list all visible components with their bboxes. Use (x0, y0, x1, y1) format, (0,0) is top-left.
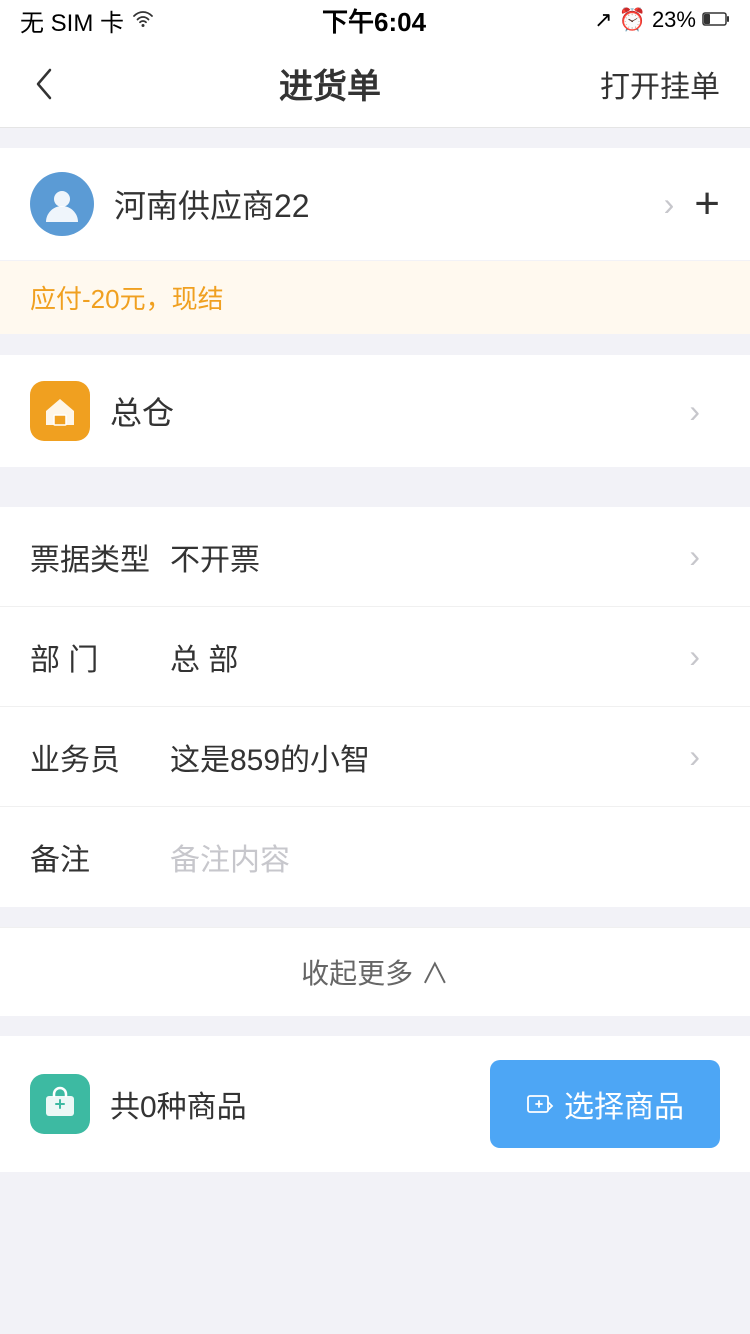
section-gap-1 (0, 128, 750, 148)
open-pending-button[interactable]: 打开挂单 (600, 62, 720, 106)
main-content: 河南供应商22 › + 应付-20元，现结 总仓 › 票据类型 不开票 › (0, 128, 750, 1334)
alarm-icon: ⏰ (619, 7, 646, 33)
supplier-chevron-icon: › (664, 186, 675, 223)
nav-bar: 进货单 打开挂单 (0, 40, 750, 128)
remark-label: 备注 (30, 835, 150, 879)
salesperson-row[interactable]: 业务员 这是859的小智 › (0, 707, 750, 807)
status-time: 下午6:04 (322, 2, 426, 39)
status-right: ↗ ⏰ 23% (594, 7, 730, 33)
status-bar: 无 SIM 卡 下午6:04 ↗ ⏰ 23% (0, 0, 750, 40)
product-icon (30, 1074, 90, 1134)
supplier-avatar (30, 172, 94, 236)
invoice-type-value: 不开票 (150, 535, 689, 579)
notice-bar: 应付-20元，现结 (0, 261, 750, 335)
warehouse-name: 总仓 (110, 388, 689, 434)
battery-icon (702, 7, 730, 33)
wifi-icon (132, 6, 154, 34)
location-icon: ↗ (594, 7, 612, 33)
no-sim-text: 无 SIM 卡 (20, 3, 124, 38)
salesperson-value: 这是859的小智 (150, 735, 689, 779)
collapse-button[interactable]: 收起更多 ∧ (0, 927, 750, 1016)
supplier-row[interactable]: 河南供应商22 › + (0, 148, 750, 261)
select-product-label: 选择商品 (564, 1082, 684, 1126)
page-title: 进货单 (279, 59, 381, 108)
section-gap-3 (0, 487, 750, 507)
supplier-name: 河南供应商22 (114, 181, 664, 227)
department-label: 部 门 (30, 635, 150, 679)
invoice-type-chevron-icon: › (689, 538, 700, 575)
section-gap-2 (0, 335, 750, 355)
product-count: 共0种商品 (110, 1082, 490, 1126)
status-left: 无 SIM 卡 (20, 3, 154, 38)
warehouse-icon (30, 381, 90, 441)
select-product-button[interactable]: 选择商品 (490, 1060, 720, 1148)
invoice-type-row[interactable]: 票据类型 不开票 › (0, 507, 750, 607)
remark-input[interactable]: 备注内容 (150, 835, 720, 879)
battery-text: 23% (652, 7, 696, 33)
warehouse-chevron-icon: › (689, 393, 700, 430)
department-chevron-icon: › (689, 638, 700, 675)
salesperson-label: 业务员 (30, 735, 150, 779)
salesperson-chevron-icon: › (689, 738, 700, 775)
warehouse-row[interactable]: 总仓 › (0, 355, 750, 467)
bottom-bar: 共0种商品 选择商品 (0, 1036, 750, 1172)
notice-text: 应付-20元，现结 (30, 284, 224, 314)
remark-row[interactable]: 备注 备注内容 (0, 807, 750, 907)
add-supplier-button[interactable]: + (694, 182, 720, 226)
invoice-type-label: 票据类型 (30, 535, 150, 579)
back-button[interactable] (30, 62, 60, 106)
form-section: 票据类型 不开票 › 部 门 总 部 › 业务员 这是859的小智 › 备注 备… (0, 487, 750, 907)
department-row[interactable]: 部 门 总 部 › (0, 607, 750, 707)
department-value: 总 部 (150, 635, 689, 679)
